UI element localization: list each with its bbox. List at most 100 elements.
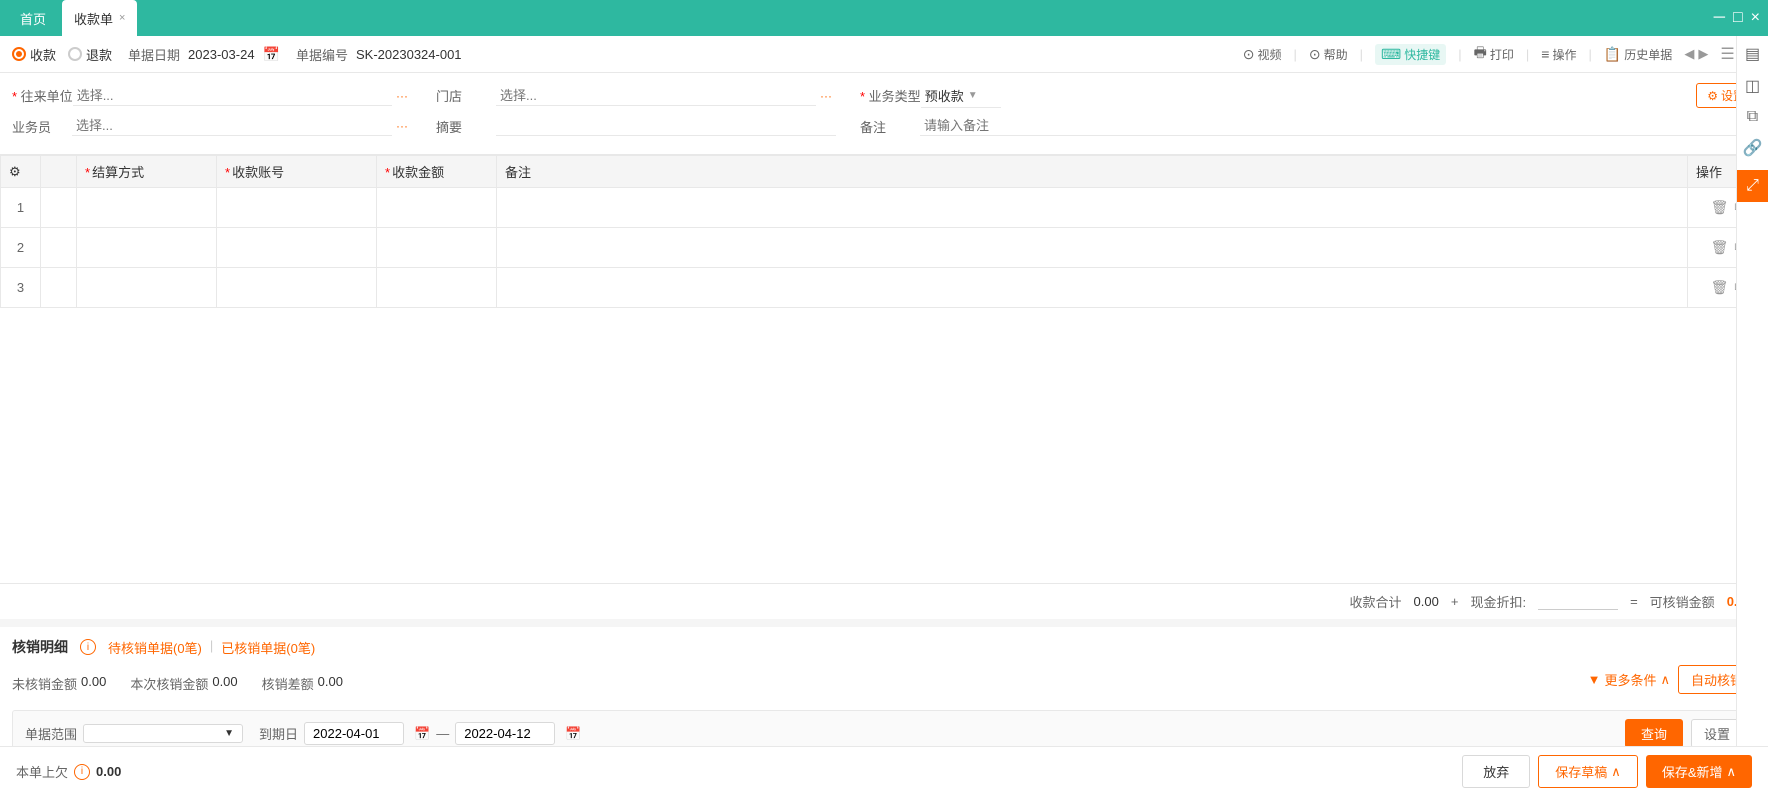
row-3-jiesuan[interactable] (77, 268, 217, 308)
help-btn[interactable]: ⊙ 帮助 (1309, 46, 1348, 63)
range-field: 单据范围 ▼ (25, 724, 243, 743)
note-input[interactable] (920, 116, 1756, 136)
verify-tabs: 待核销单据(0笔) | 已核销单据(0笔) (108, 638, 315, 657)
row-1-remark[interactable] (497, 188, 1688, 228)
staff-label: 业务员 (12, 117, 72, 136)
row-3-delete-icon[interactable]: 🗑 (1711, 279, 1729, 296)
current-value: 0.00 (212, 674, 237, 693)
abandon-button[interactable]: 放弃 (1462, 755, 1530, 788)
query-button[interactable]: 查询 (1625, 719, 1683, 748)
col-settings-header[interactable]: ⚙ (1, 156, 41, 188)
tab-active-label: 收款单 (74, 9, 113, 28)
verify-info-icon[interactable]: i (80, 639, 96, 655)
table-row: 3 🗑 ⧉ (1, 268, 1768, 308)
collect-value: 0.00 (1414, 594, 1439, 609)
tab-home[interactable]: 首页 (8, 0, 58, 36)
col-remark-header: 备注 (497, 156, 1688, 188)
unverified-stat: 未核销金额 0.00 (12, 674, 106, 693)
row-2-account[interactable] (217, 228, 377, 268)
form-row-1: 往来单位 ··· 门店 ··· 业务类型 预收款 ▼ (12, 83, 1756, 108)
save-new-button[interactable]: 保存&新增 ∧ (1646, 755, 1752, 788)
shortcut-btn[interactable]: ⌨ 快捷键 (1375, 44, 1446, 65)
more-conditions-btn[interactable]: ▼ 更多条件 ∧ (1588, 670, 1670, 689)
settings-gear-icon[interactable]: ⚙ (9, 164, 21, 179)
current-stat: 本次核销金额 0.00 (130, 674, 237, 693)
note-label: 备注 (860, 117, 920, 136)
draft-button[interactable]: 保存草稿 ∧ (1538, 755, 1638, 788)
sidebar-icon-5[interactable]: ⤢ (1737, 170, 1768, 202)
unverified-label: 未核销金额 (12, 674, 77, 693)
doc-num-label: 单据编号 (296, 45, 348, 64)
biz-type-select[interactable]: 预收款 ▼ (921, 84, 1001, 108)
window-max-icon[interactable]: □ (1733, 9, 1743, 27)
discount-input[interactable] (1538, 594, 1618, 610)
summary-input[interactable] (496, 116, 836, 136)
row-2-delete-icon[interactable]: 🗑 (1711, 239, 1729, 256)
row-3-num2 (41, 268, 77, 308)
row-3-num: 3 (1, 268, 41, 308)
video-btn[interactable]: ⊙ 视频 (1243, 46, 1282, 63)
radio-refund[interactable]: 退款 (68, 45, 112, 64)
staff-ellipsis[interactable]: ··· (392, 119, 412, 133)
radio-refund-circle (68, 47, 82, 61)
range-select[interactable]: ▼ (83, 724, 243, 743)
biz-type-chevron: ▼ (968, 90, 978, 101)
form-area: 往来单位 ··· 门店 ··· 业务类型 预收款 ▼ (0, 73, 1768, 155)
video-label: 视频 (1257, 46, 1281, 63)
biz-type-field: 业务类型 预收款 ▼ (860, 84, 1672, 108)
row-1-jiesuan[interactable] (77, 188, 217, 228)
row-1-amount[interactable] (377, 188, 497, 228)
summary-label: 摘要 (436, 117, 496, 136)
list-icon[interactable]: ☰ (1720, 44, 1734, 64)
date-from-icon[interactable]: 📅 (414, 726, 430, 742)
history-btn[interactable]: 📋 历史单据 (1604, 46, 1672, 63)
footer-info-icon[interactable]: i (74, 764, 90, 780)
collect-label: 收款合计 (1350, 592, 1402, 611)
verify-stats: 未核销金额 0.00 本次核销金额 0.00 核销差额 0.00 ▼ 更多条件 … (12, 665, 1756, 702)
counterpart-input[interactable] (73, 86, 392, 106)
staff-input[interactable] (72, 116, 392, 136)
sidebar-icon-4[interactable]: 🔗 (1743, 138, 1763, 158)
operate-btn[interactable]: ≡ 操作 (1541, 46, 1576, 63)
tab-close-icon[interactable]: × (119, 12, 125, 24)
date-to-icon[interactable]: 📅 (565, 726, 581, 742)
row-2-amount[interactable] (377, 228, 497, 268)
date-from-input[interactable] (304, 722, 404, 745)
row-3-amount[interactable] (377, 268, 497, 308)
doc-date-label: 单据日期 (128, 45, 180, 64)
history-icon: 📋 (1604, 46, 1621, 63)
form-row-2: 业务员 ··· 摘要 备注 (12, 116, 1756, 136)
current-label: 本次核销金额 (130, 674, 208, 693)
tab-active[interactable]: 收款单 × (62, 0, 137, 36)
done-tab[interactable]: 已核销单据(0笔) (221, 638, 315, 657)
operate-label: 操作 (1552, 46, 1576, 63)
radio-income[interactable]: 收款 (12, 45, 56, 64)
radio-group: 收款 退款 (12, 45, 112, 64)
store-ellipsis[interactable]: ··· (816, 89, 836, 103)
sidebar-icon-3[interactable]: ⧉ (1747, 108, 1758, 126)
counterpart-ellipsis[interactable]: ··· (392, 89, 412, 103)
row-3-account[interactable] (217, 268, 377, 308)
discount-label: 现金折扣: (1470, 592, 1526, 611)
store-input[interactable] (496, 86, 816, 106)
filter-buttons: 查询 设置 (1625, 719, 1743, 748)
nav-next-icon[interactable]: ▶ (1698, 46, 1708, 62)
section-divider (0, 619, 1768, 627)
row-3-remark[interactable] (497, 268, 1688, 308)
radio-income-label: 收款 (30, 45, 56, 64)
sidebar-icon-1[interactable]: ▤ (1745, 44, 1760, 64)
row-1-num2 (41, 188, 77, 228)
date-to-input[interactable] (455, 722, 555, 745)
row-1-account[interactable] (217, 188, 377, 228)
sidebar-icon-2[interactable]: ◫ (1745, 76, 1760, 96)
window-min-icon[interactable]: ─ (1714, 9, 1725, 27)
row-2-num2 (41, 228, 77, 268)
print-btn[interactable]: 🖶 打印 (1474, 42, 1514, 66)
nav-prev-icon[interactable]: ◀ (1684, 46, 1694, 62)
pending-tab[interactable]: 待核销单据(0笔) (108, 638, 202, 657)
row-1-delete-icon[interactable]: 🗑 (1711, 199, 1729, 216)
row-2-jiesuan[interactable] (77, 228, 217, 268)
calendar-icon[interactable]: 📅 (263, 46, 280, 63)
window-close-icon[interactable]: × (1751, 9, 1760, 27)
row-2-remark[interactable] (497, 228, 1688, 268)
